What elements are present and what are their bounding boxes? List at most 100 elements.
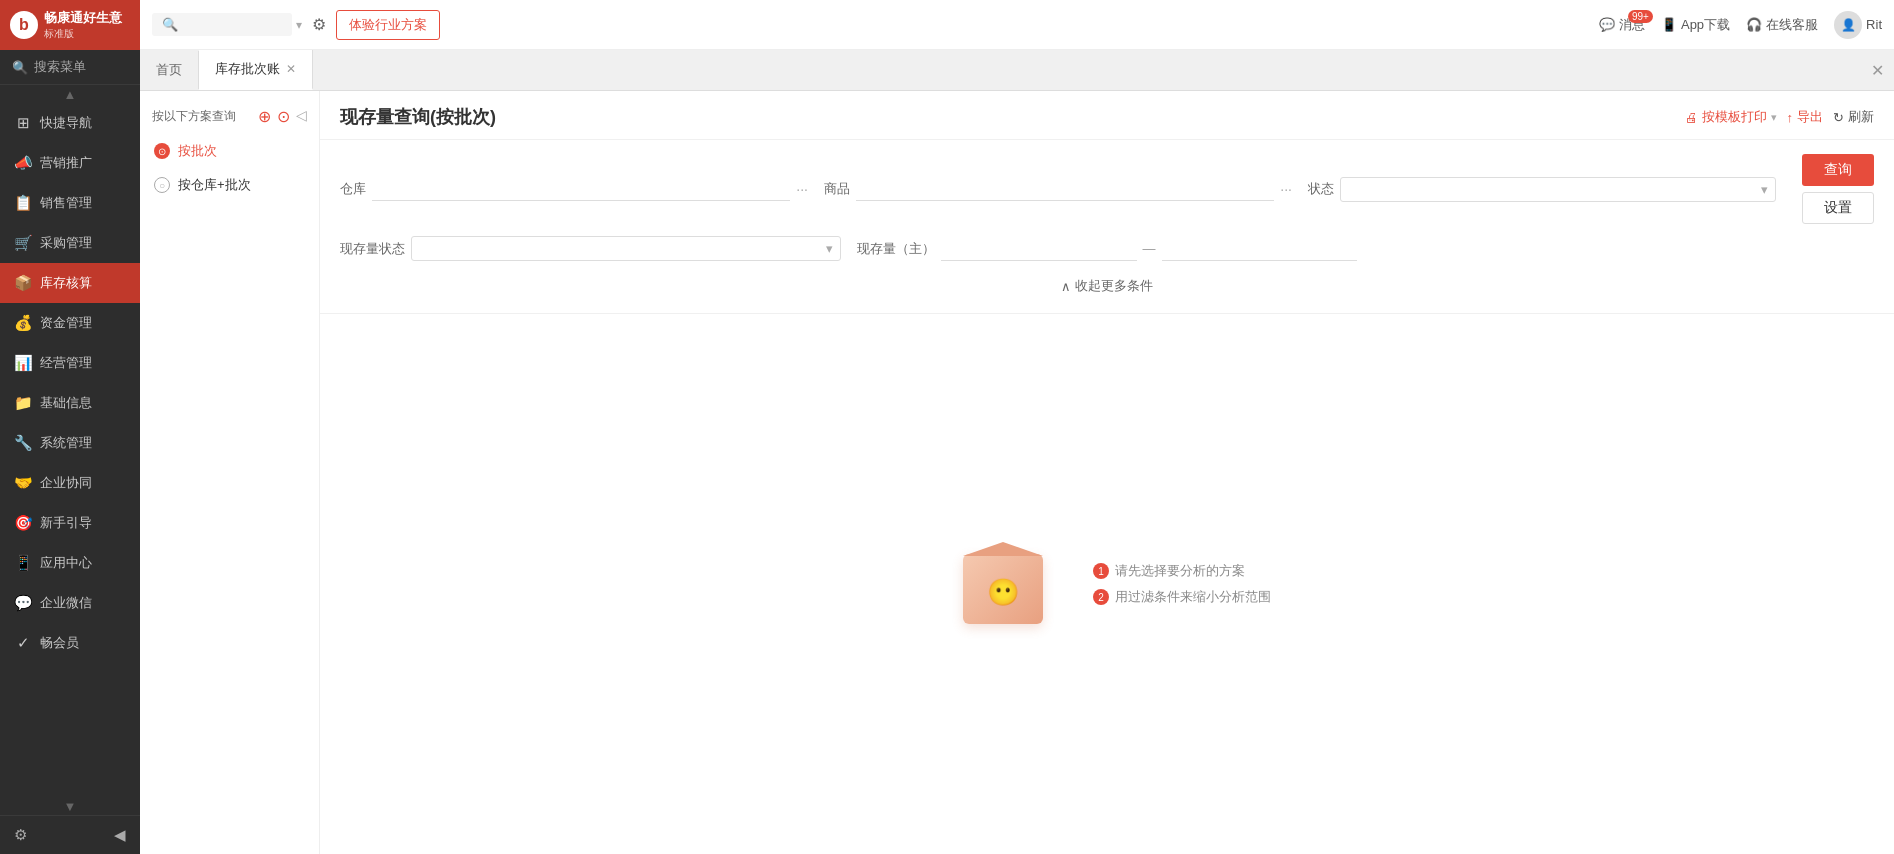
topbar-search-icon: 🔍 [162, 17, 178, 32]
topbar-search-dropdown-icon[interactable]: ▾ [296, 18, 302, 32]
stock-quantity-label: 现存量（主） [857, 240, 935, 258]
scheme-item-by-batch[interactable]: ⊙ 按批次 [140, 134, 319, 168]
empty-illustration: 😶 [943, 534, 1063, 634]
sidebar-item-marketing[interactable]: 📣 营销推广 [0, 143, 140, 183]
sidebar-item-inventory[interactable]: 📦 库存核算 [0, 263, 140, 303]
tab-inventory-batch[interactable]: 库存批次账 ✕ [199, 50, 313, 90]
page-header: 现存量查询(按批次) 🖨 按模板打印 ▾ ↑ 导出 ↻ 刷新 [320, 91, 1894, 140]
status-select[interactable] [1340, 177, 1776, 202]
online-service-icon: 🎧 [1746, 17, 1762, 32]
product-more-icon[interactable]: ··· [1280, 181, 1292, 197]
sidebar-nav: ⊞ 快捷导航 📣 营销推广 📋 销售管理 🛒 采购管理 📦 库存核算 💰 资金管… [0, 103, 140, 797]
topbar-gear-icon[interactable]: ⚙ [312, 15, 326, 34]
print-button[interactable]: 🖨 按模板打印 ▾ [1685, 108, 1777, 126]
empty-box-icon: 😶 [963, 554, 1043, 624]
settings-footer-icon[interactable]: ⚙ [14, 826, 27, 844]
filter-settings-button[interactable]: 设置 [1802, 192, 1874, 224]
message-icon: 💬 [1599, 17, 1615, 32]
collapse-more-icon: ∧ [1061, 279, 1071, 294]
operations-icon: 📊 [14, 354, 32, 372]
enterprise-icon: 🤝 [14, 474, 32, 492]
warehouse-more-icon[interactable]: ··· [796, 181, 808, 197]
app-download-item[interactable]: 📱 App下载 [1661, 16, 1730, 34]
tab-home[interactable]: 首页 [140, 51, 199, 89]
stock-quantity-min-input[interactable] [941, 237, 1137, 261]
scheme-item-by-warehouse-batch[interactable]: ○ 按仓库+批次 [140, 168, 319, 202]
empty-tip-2: 2 用过滤条件来缩小分析范围 [1093, 588, 1271, 606]
member-icon: ✓ [14, 634, 32, 652]
sidebar-item-member[interactable]: ✓ 畅会员 [0, 623, 140, 663]
collapse-left-panel-icon[interactable]: ◁ [296, 107, 307, 126]
warehouse-input[interactable] [372, 177, 790, 201]
basic-icon: 📁 [14, 394, 32, 412]
sidebar-scroll-down[interactable]: ▼ [0, 797, 140, 815]
sidebar-scroll-up[interactable]: ▲ [0, 85, 140, 103]
print-dropdown-icon[interactable]: ▾ [1771, 111, 1777, 124]
sidebar-item-wechat[interactable]: 💬 企业微信 [0, 583, 140, 623]
stock-status-select-wrapper: ▾ [411, 236, 841, 261]
export-button[interactable]: ↑ 导出 [1787, 108, 1824, 126]
refresh-icon: ↻ [1833, 110, 1844, 125]
tabs-bar: 首页 库存批次账 ✕ ✕ [140, 50, 1894, 91]
sidebar-item-purchase[interactable]: 🛒 采购管理 [0, 223, 140, 263]
sidebar-item-operations[interactable]: 📊 经营管理 [0, 343, 140, 383]
sidebar-item-basic[interactable]: 📁 基础信息 [0, 383, 140, 423]
right-main: 现存量查询(按批次) 🖨 按模板打印 ▾ ↑ 导出 ↻ 刷新 [320, 91, 1894, 854]
topbar-right-actions: 💬 消息 99+ 📱 App下载 🎧 在线客服 👤 Rit [1599, 11, 1882, 39]
purchase-icon: 🛒 [14, 234, 32, 252]
user-profile[interactable]: 👤 Rit [1834, 11, 1882, 39]
sidebar-item-guide[interactable]: 🎯 新手引导 [0, 503, 140, 543]
stock-status-select[interactable] [411, 236, 841, 261]
sidebar-search-item[interactable]: 🔍 搜索菜单 [0, 50, 140, 85]
topbar-search-input[interactable] [183, 17, 263, 32]
message-item[interactable]: 💬 消息 99+ [1599, 16, 1645, 34]
stock-status-label: 现存量状态 [340, 240, 405, 258]
online-service-item[interactable]: 🎧 在线客服 [1746, 16, 1818, 34]
sidebar-item-quick-nav[interactable]: ⊞ 快捷导航 [0, 103, 140, 143]
marketing-icon: 📣 [14, 154, 32, 172]
left-panel: 按以下方案查询 ⊕ ⊙ ◁ ⊙ 按批次 ○ 按仓库+批次 [140, 91, 320, 854]
query-button[interactable]: 查询 [1802, 154, 1874, 186]
experience-button[interactable]: 体验行业方案 [336, 10, 440, 40]
filter-stock-quantity: 现存量（主） — [857, 237, 1358, 261]
empty-tip-1: 1 请先选择要分析的方案 [1093, 562, 1271, 580]
filter-stock-status: 现存量状态 ▾ [340, 236, 841, 261]
wechat-icon: 💬 [14, 594, 32, 612]
apps-icon: 📱 [14, 554, 32, 572]
collapse-more-button[interactable]: ∧ 收起更多条件 [340, 273, 1874, 299]
inactive-scheme-indicator: ○ [154, 177, 170, 193]
tab-close-icon[interactable]: ✕ [286, 62, 296, 76]
sidebar-item-sales[interactable]: 📋 销售管理 [0, 183, 140, 223]
sidebar-item-finance[interactable]: 💰 资金管理 [0, 303, 140, 343]
topbar-search-bar[interactable]: 🔍 [152, 13, 292, 36]
tabs-close-all-button[interactable]: ✕ [1871, 61, 1884, 80]
sidebar-item-enterprise[interactable]: 🤝 企业协同 [0, 463, 140, 503]
status-select-wrapper: ▾ [1340, 177, 1776, 202]
quick-nav-icon: ⊞ [14, 114, 32, 132]
product-input[interactable] [856, 177, 1274, 201]
filter-warehouse: 仓库 ··· [340, 177, 808, 201]
user-name: Rit [1866, 17, 1882, 32]
sidebar-item-system[interactable]: 🔧 系统管理 [0, 423, 140, 463]
sidebar-item-apps[interactable]: 📱 应用中心 [0, 543, 140, 583]
page-header-actions: 🖨 按模板打印 ▾ ↑ 导出 ↻ 刷新 [1685, 108, 1875, 126]
refresh-button[interactable]: ↻ 刷新 [1833, 108, 1874, 126]
empty-face-icon: 😶 [987, 577, 1019, 608]
main-area: 🔍 ▾ ⚙ 体验行业方案 💬 消息 99+ 📱 App下载 🎧 在线客服 👤 R [140, 0, 1894, 854]
sales-icon: 📋 [14, 194, 32, 212]
empty-state: 😶 1 请先选择要分析的方案 2 用过滤条件来缩小分析范围 [320, 314, 1894, 854]
stock-quantity-max-input[interactable] [1162, 237, 1358, 261]
filter-area: 仓库 ··· 商品 ··· 状态 [320, 140, 1894, 314]
add-scheme-icon[interactable]: ⊕ [258, 107, 271, 126]
print-icon: 🖨 [1685, 110, 1698, 125]
quantity-range-dash: — [1143, 241, 1156, 256]
guide-icon: 🎯 [14, 514, 32, 532]
empty-tips: 1 请先选择要分析的方案 2 用过滤条件来缩小分析范围 [1093, 562, 1271, 606]
filter-row-1: 仓库 ··· 商品 ··· 状态 [340, 154, 1874, 224]
query-btn-group: 查询 设置 [1802, 154, 1874, 224]
status-label: 状态 [1308, 180, 1334, 198]
sidebar-brand: 畅康通好生意 标准版 [44, 10, 122, 40]
scheme-settings-icon[interactable]: ⊙ [277, 107, 290, 126]
collapse-sidebar-icon[interactable]: ◀ [114, 826, 126, 844]
page-title: 现存量查询(按批次) [340, 105, 496, 129]
